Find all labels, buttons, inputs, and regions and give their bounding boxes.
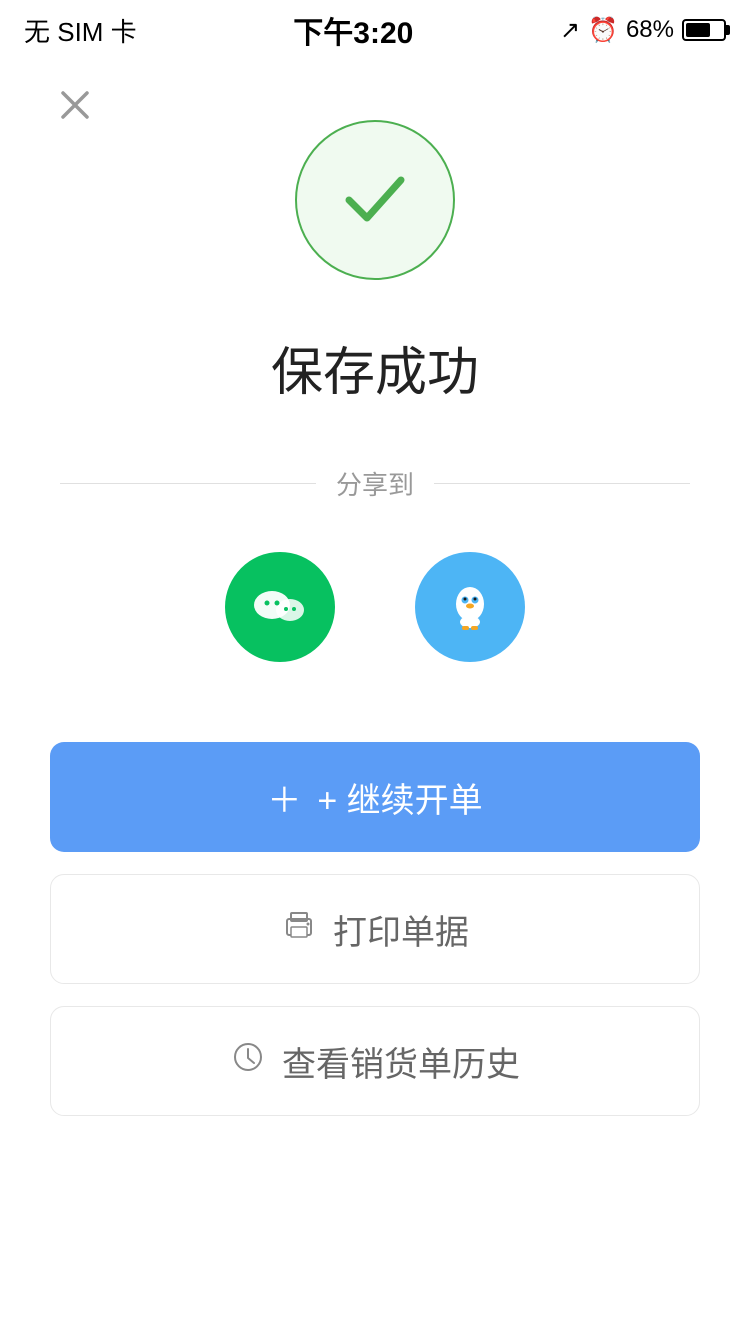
divider-left [60, 483, 316, 484]
continue-button[interactable]: ＋ + 继续开单 [50, 742, 700, 852]
battery-percent: 68% [626, 16, 674, 44]
close-button[interactable] [50, 80, 100, 130]
wechat-share-button[interactable] [225, 552, 335, 662]
continue-plus-icon: ＋ [267, 773, 301, 822]
print-button[interactable]: 打印单据 [50, 874, 700, 984]
share-section: 分享到 [0, 465, 750, 662]
check-icon [335, 158, 415, 243]
main-content: 保存成功 分享到 [0, 60, 750, 1116]
status-left: 无 SIM 卡 [24, 12, 147, 49]
status-right: ↗ ⏰ 68% [560, 16, 726, 45]
action-buttons: ＋ + 继续开单 打印单据 查看销货单历史 [0, 742, 750, 1116]
success-title: 保存成功 [271, 330, 479, 405]
battery-indicator [682, 19, 726, 41]
qq-share-button[interactable] [415, 552, 525, 662]
share-label: 分享到 [336, 465, 414, 502]
alarm-icon: ⏰ [588, 16, 618, 45]
status-bar: 无 SIM 卡 下午3:20 ↗ ⏰ 68% [0, 0, 750, 60]
divider-label: 分享到 [60, 465, 690, 502]
carrier-text: 无 SIM 卡 [24, 12, 137, 49]
print-icon [281, 907, 317, 952]
location-icon: ↗ [560, 16, 580, 45]
history-button[interactable]: 查看销货单历史 [50, 1006, 700, 1116]
print-label: 打印单据 [333, 905, 469, 954]
history-label: 查看销货单历史 [282, 1037, 520, 1086]
status-time: 下午3:20 [293, 8, 413, 52]
divider-right [434, 483, 690, 484]
success-circle [295, 120, 455, 280]
share-icons [60, 552, 690, 662]
continue-label: + 继续开单 [317, 773, 482, 822]
history-icon [230, 1039, 266, 1084]
